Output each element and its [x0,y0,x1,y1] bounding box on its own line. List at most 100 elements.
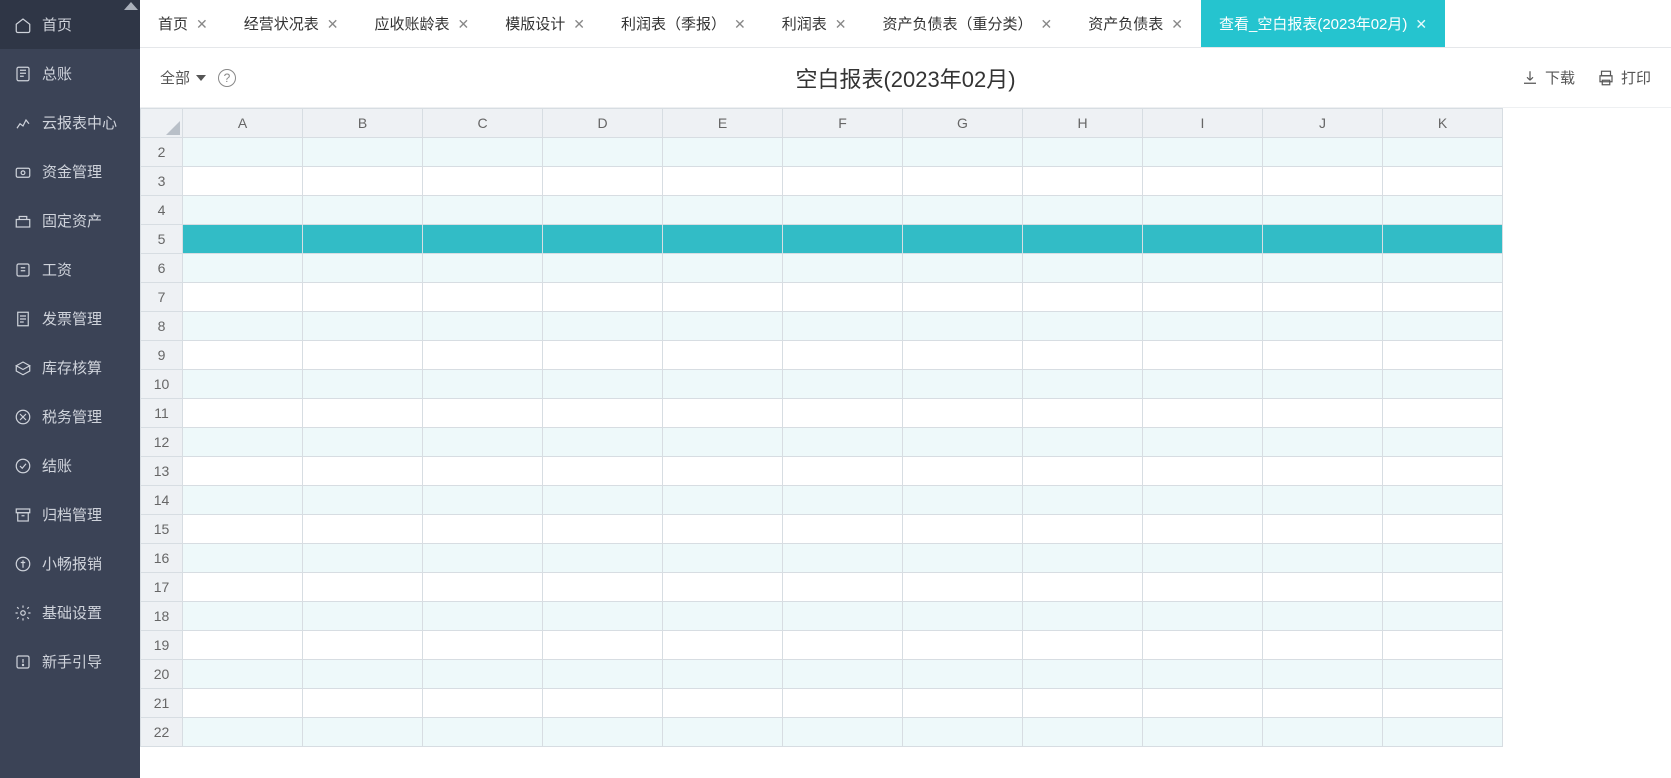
cell-D8[interactable] [543,312,663,341]
cell-F5[interactable] [783,225,903,254]
row-header-8[interactable]: 8 [141,312,183,341]
cell-C5[interactable] [423,225,543,254]
cell-I14[interactable] [1143,486,1263,515]
cell-J9[interactable] [1263,341,1383,370]
cell-H21[interactable] [1023,689,1143,718]
cell-I8[interactable] [1143,312,1263,341]
cell-E14[interactable] [663,486,783,515]
cell-I16[interactable] [1143,544,1263,573]
row-header-20[interactable]: 20 [141,660,183,689]
col-header-A[interactable]: A [183,109,303,138]
cell-D9[interactable] [543,341,663,370]
cell-E8[interactable] [663,312,783,341]
cell-F8[interactable] [783,312,903,341]
col-header-I[interactable]: I [1143,109,1263,138]
cell-E4[interactable] [663,196,783,225]
cell-F22[interactable] [783,718,903,747]
cell-K15[interactable] [1383,515,1503,544]
row-header-17[interactable]: 17 [141,573,183,602]
cell-D11[interactable] [543,399,663,428]
cell-I19[interactable] [1143,631,1263,660]
cell-B5[interactable] [303,225,423,254]
cell-H13[interactable] [1023,457,1143,486]
cell-E17[interactable] [663,573,783,602]
cell-D15[interactable] [543,515,663,544]
cell-A17[interactable] [183,573,303,602]
filter-dropdown[interactable]: 全部 [160,67,206,88]
row-header-16[interactable]: 16 [141,544,183,573]
cell-C17[interactable] [423,573,543,602]
cell-H11[interactable] [1023,399,1143,428]
cell-G14[interactable] [903,486,1023,515]
row-header-15[interactable]: 15 [141,515,183,544]
tab-8[interactable]: 查看_空白报表(2023年02月)✕ [1201,0,1445,47]
cell-J15[interactable] [1263,515,1383,544]
cell-G5[interactable] [903,225,1023,254]
row-header-4[interactable]: 4 [141,196,183,225]
cell-A3[interactable] [183,167,303,196]
row-header-9[interactable]: 9 [141,341,183,370]
cell-E13[interactable] [663,457,783,486]
tab-0[interactable]: 首页✕ [140,0,226,47]
cell-J16[interactable] [1263,544,1383,573]
cell-D12[interactable] [543,428,663,457]
sidebar-item-inventory[interactable]: 库存核算 [0,343,140,392]
tab-3[interactable]: 模版设计✕ [487,0,603,47]
cell-I22[interactable] [1143,718,1263,747]
cell-I13[interactable] [1143,457,1263,486]
close-icon[interactable]: ✕ [1041,17,1053,31]
cell-E10[interactable] [663,370,783,399]
cell-C6[interactable] [423,254,543,283]
cell-F21[interactable] [783,689,903,718]
cell-A11[interactable] [183,399,303,428]
cell-J8[interactable] [1263,312,1383,341]
row-header-12[interactable]: 12 [141,428,183,457]
cell-G2[interactable] [903,138,1023,167]
cell-G15[interactable] [903,515,1023,544]
cell-C15[interactable] [423,515,543,544]
cell-D18[interactable] [543,602,663,631]
grid-corner[interactable] [141,109,183,138]
cell-C7[interactable] [423,283,543,312]
cell-J19[interactable] [1263,631,1383,660]
cell-F16[interactable] [783,544,903,573]
cell-B13[interactable] [303,457,423,486]
cell-F4[interactable] [783,196,903,225]
row-header-7[interactable]: 7 [141,283,183,312]
cell-K18[interactable] [1383,602,1503,631]
cell-A8[interactable] [183,312,303,341]
cell-B11[interactable] [303,399,423,428]
cell-D4[interactable] [543,196,663,225]
cell-J7[interactable] [1263,283,1383,312]
cell-G21[interactable] [903,689,1023,718]
cell-B7[interactable] [303,283,423,312]
cell-J12[interactable] [1263,428,1383,457]
cell-C4[interactable] [423,196,543,225]
cell-C10[interactable] [423,370,543,399]
cell-B20[interactable] [303,660,423,689]
cell-I15[interactable] [1143,515,1263,544]
row-header-19[interactable]: 19 [141,631,183,660]
row-header-14[interactable]: 14 [141,486,183,515]
cell-J4[interactable] [1263,196,1383,225]
cell-G8[interactable] [903,312,1023,341]
cell-K7[interactable] [1383,283,1503,312]
cell-J6[interactable] [1263,254,1383,283]
cell-G6[interactable] [903,254,1023,283]
sidebar-item-settings[interactable]: 基础设置 [0,588,140,637]
cell-A7[interactable] [183,283,303,312]
cell-A16[interactable] [183,544,303,573]
sidebar-item-tax[interactable]: 税务管理 [0,392,140,441]
cell-D14[interactable] [543,486,663,515]
cell-I20[interactable] [1143,660,1263,689]
row-header-11[interactable]: 11 [141,399,183,428]
cell-J18[interactable] [1263,602,1383,631]
cell-B14[interactable] [303,486,423,515]
cell-B4[interactable] [303,196,423,225]
cell-K8[interactable] [1383,312,1503,341]
cell-A21[interactable] [183,689,303,718]
cell-H4[interactable] [1023,196,1143,225]
cell-H18[interactable] [1023,602,1143,631]
cell-D21[interactable] [543,689,663,718]
cell-I9[interactable] [1143,341,1263,370]
